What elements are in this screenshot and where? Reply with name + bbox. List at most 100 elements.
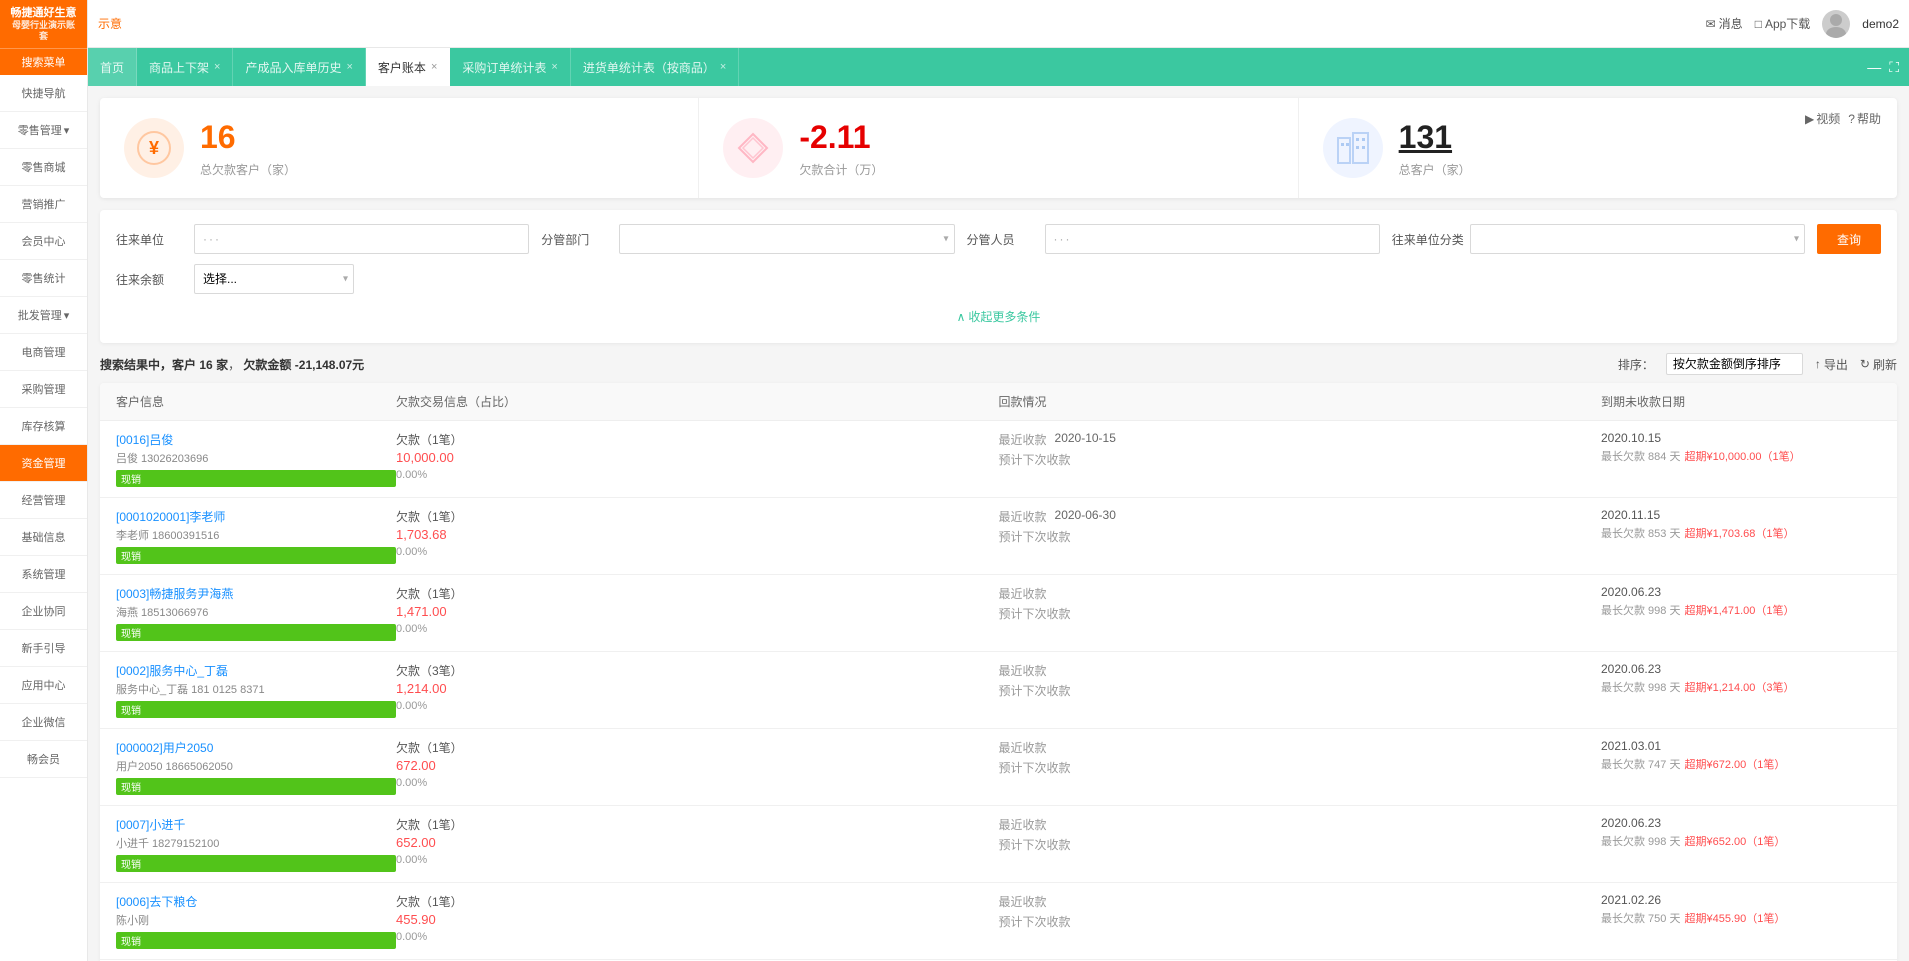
debt-info-cell: 欠款（1笔） 455.90 0.00% [396,893,999,943]
sidebar-item-inventory[interactable]: 库存核算 [0,408,87,445]
customer-name-link[interactable]: [000002]用户2050 [116,739,396,756]
debt-info-cell: 欠款（1笔） 652.00 0.00% [396,816,999,866]
tabs-minimize-icon[interactable]: — [1867,59,1881,75]
sidebar-search-menu[interactable]: 搜索菜单 [0,48,87,75]
tabs-bar: 首页 商品上下架 × 产成品入库单历史 × 客户账本 × 采购订单统计表 × 进… [88,48,1909,86]
topbar-message-button[interactable]: ✉ 消息 [1706,15,1743,32]
sidebar-item-member[interactable]: 会员中心 [0,223,87,260]
help-action[interactable]: ? 帮助 [1848,110,1881,127]
debt-amount[interactable]: 1,703.68 [396,527,999,542]
topbar-brand: 示意 [98,15,122,32]
results-bar: 搜索结果中，客户 16 家， 欠款金额 -21,148.07元 排序： 按欠款金… [100,353,1897,375]
sidebar-item-quick-nav[interactable]: 快捷导航 [0,75,87,112]
customer-name-link[interactable]: [0007]小进千 [116,816,396,833]
sidebar-item-ecommerce[interactable]: 电商管理 [0,334,87,371]
stat-debt-customers-label: 总欠款客户（家） [200,161,296,178]
sidebar-item-system[interactable]: 系统管理 [0,556,87,593]
export-button[interactable]: ↑ 导出 [1815,356,1848,373]
filter-dept-select[interactable] [619,224,954,254]
topbar-left: 示意 [98,15,122,32]
due-info-cell: 2021.02.26 最长欠款 750 天 超期¥455.90（1笔） [1601,893,1881,926]
filter-balance-select[interactable]: 选择... [194,264,354,294]
table-row: [0002]服务中心_丁磊 服务中心_丁磊 181 0125 8371 现销 欠… [100,652,1897,729]
filter-manager-input[interactable]: ··· [1045,224,1380,254]
filter-from-unit-input[interactable]: ··· [194,224,529,254]
due-info-cell: 2020.06.23 最长欠款 998 天 超期¥1,471.00（1笔） [1601,585,1881,618]
sidebar-item-newcomer[interactable]: 新手引导 [0,630,87,667]
customer-info-cell: [0006]去下粮仓 陈小刚 现销 [116,893,396,949]
tab-customer-account-close[interactable]: × [431,61,437,73]
recovery-info-cell: 最近收款 预计下次收款 [999,816,1602,853]
sidebar-item-enterprise[interactable]: 企业协同 [0,593,87,630]
filter-unit-category: 往来单位分类 [1392,224,1805,254]
app-icon: □ [1755,17,1762,31]
sidebar-item-basic-info[interactable]: 基础信息 [0,519,87,556]
table-row: [0007]小进千 小进千 18279152100 现销 欠款（1笔） 652.… [100,806,1897,883]
customer-info-cell: [0001020001]李老师 李老师 18600391516 现销 [116,508,396,564]
debt-amount[interactable]: 10,000.00 [396,450,999,465]
customer-tag: 现销 [116,778,396,795]
debt-count: 欠款（1笔） [396,508,999,525]
tab-goods-stats-close[interactable]: × [720,61,726,73]
video-action[interactable]: ▶ 视频 [1805,110,1840,127]
sidebar-item-enterprise-wx[interactable]: 企业微信 [0,704,87,741]
sidebar-item-batch-mgmt[interactable]: 批发管理 ▾ [0,297,87,334]
customer-info-cell: [0002]服务中心_丁磊 服务中心_丁磊 181 0125 8371 现销 [116,662,396,718]
query-button[interactable]: 查询 [1817,224,1881,254]
tabs-actions: — ⛶ [1857,59,1909,76]
sidebar-item-marketing[interactable]: 营销推广 [0,186,87,223]
due-info-cell: 2020.10.15 最长欠款 884 天 超期¥10,000.00（1笔） [1601,431,1881,464]
stats-row: ¥ 16 总欠款客户（家） [100,98,1897,198]
sidebar-nav: 快捷导航 零售管理 ▾ 零售商城 营销推广 会员中心 零售统计 批发管理 ▾ 电… [0,75,87,961]
tab-goods-stats[interactable]: 进货单统计表（按商品） × [571,48,739,86]
customer-name-link[interactable]: [0006]去下粮仓 [116,893,396,910]
sidebar-item-retail-stats[interactable]: 零售统计 [0,260,87,297]
sidebar-item-retail-mall[interactable]: 零售商城 [0,149,87,186]
filter-row-2: 往来余额 选择... [116,264,1881,294]
sort-select[interactable]: 按欠款金额倒序排序 [1666,353,1803,375]
customer-name-link[interactable]: [0001020001]李老师 [116,508,396,525]
sidebar-item-vip[interactable]: 畅会员 [0,741,87,778]
sidebar-item-purchase[interactable]: 采购管理 [0,371,87,408]
tab-production-history-close[interactable]: × [346,61,352,73]
filter-dept-select-wrapper [619,224,954,254]
tab-goods-status[interactable]: 商品上下架 × [137,48,233,86]
tabs-maximize-icon[interactable]: ⛶ [1889,59,1899,76]
recovery-info-cell: 最近收款 2020-10-15 预计下次收款 [999,431,1602,468]
filter-unit-category-select[interactable] [1470,224,1805,254]
customer-phone: 陈小刚 [116,912,396,928]
tab-purchase-order[interactable]: 采购订单统计表 × [450,48,570,86]
avatar [1822,10,1850,38]
header-recovery: 回款情况 [999,393,1602,410]
sidebar-logo[interactable]: 畅捷通好生意 母婴行业演示账套 [0,0,87,48]
customer-name-link[interactable]: [0016]吕俊 [116,431,396,448]
filter-manager-label: 分管人员 [967,231,1037,248]
stat-debt-customers-number: 16 [200,118,296,156]
header-debt-info: 欠款交易信息（占比） [396,393,999,410]
tab-goods-status-close[interactable]: × [214,61,220,73]
filter-dept: 分管部门 [541,224,954,254]
sidebar-item-app-center[interactable]: 应用中心 [0,667,87,704]
tab-purchase-order-close[interactable]: × [551,61,557,73]
export-icon: ↑ [1815,357,1821,371]
refresh-button[interactable]: ↻ 刷新 [1860,356,1897,373]
collapse-button[interactable]: ∧ 收起更多条件 [957,308,1041,325]
sidebar-item-operations[interactable]: 经营管理 [0,482,87,519]
debt-count: 欠款（1笔） [396,431,999,448]
tab-production-history[interactable]: 产成品入库单历史 × [233,48,365,86]
topbar-username[interactable]: demo2 [1862,17,1899,31]
tab-customer-account[interactable]: 客户账本 × [366,48,450,86]
sidebar-item-retail-mgmt[interactable]: 零售管理 ▾ [0,112,87,149]
sidebar-item-finance[interactable]: 资金管理 [0,445,87,482]
overdue-amount[interactable]: 超期¥10,000.00（1笔） [1684,448,1800,464]
filter-row-1: 往来单位 ··· 分管部门 分管人员 [116,224,1881,254]
stat-total-debt-label: 欠款合计（万） [799,161,883,178]
customer-tag: 现销 [116,855,396,872]
stat-icon-diamond [723,118,783,178]
recovery-info-cell: 最近收款 2020-06-30 预计下次收款 [999,508,1602,545]
customer-name-link[interactable]: [0002]服务中心_丁磊 [116,662,396,679]
due-date: 2020.10.15 [1601,431,1881,445]
tab-home[interactable]: 首页 [88,48,137,86]
customer-name-link[interactable]: [0003]畅捷服务尹海燕 [116,585,396,602]
topbar-app-download-button[interactable]: □ App下载 [1755,15,1811,32]
